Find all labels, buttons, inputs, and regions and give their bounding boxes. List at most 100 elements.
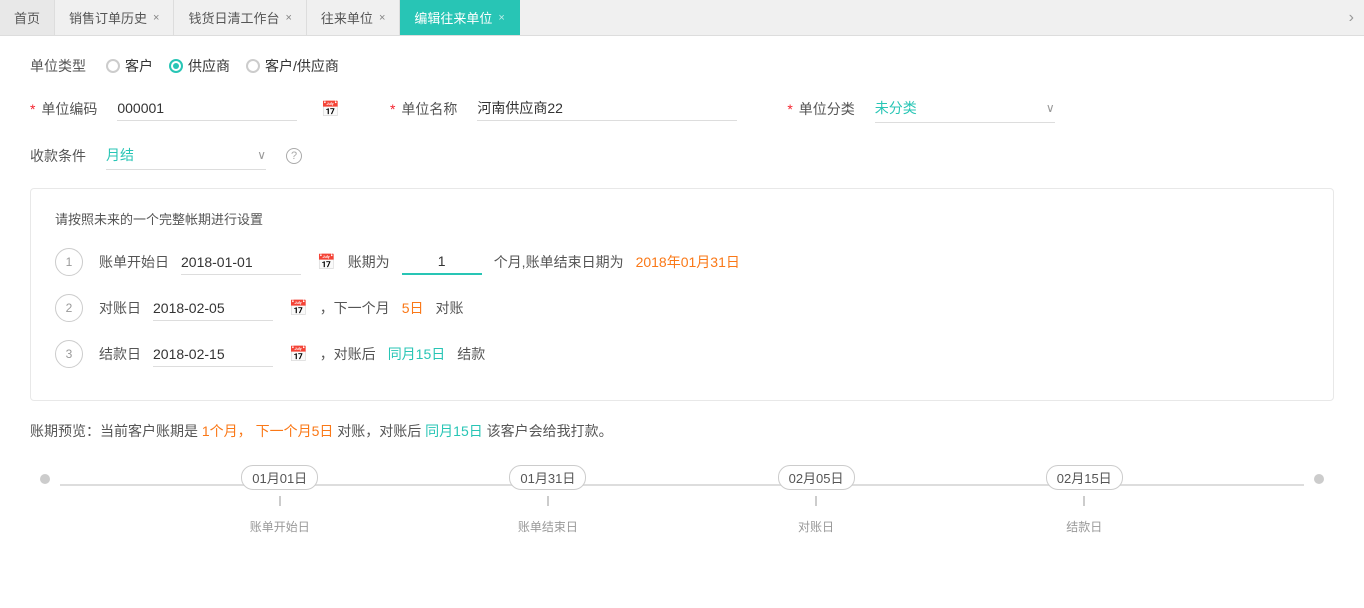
close-cash-work-icon[interactable]: × (285, 12, 291, 24)
step-3-row: 3 结款日 📅 ，对账后 同月15日 结款 (55, 340, 1309, 368)
unit-type-radio-group: 客户 供应商 客户/供应商 (106, 56, 339, 76)
step-2-date-input[interactable] (153, 296, 273, 321)
help-icon[interactable]: ? (286, 148, 302, 164)
timeline-nodes: 01月01日 账单开始日 01月31日 账单结束日 02月05日 对账日 02月… (40, 465, 1324, 535)
preview-end: 同月15日 (425, 423, 483, 439)
step-1-suffix-before: 账期为 (348, 252, 390, 272)
preview-tail: 该客户会给我打款。 (487, 423, 613, 439)
step-3-suffix-prefix: ，对账后 (320, 344, 376, 364)
step-1-label: 账单开始日 (95, 252, 169, 272)
required-star-code: * (30, 101, 35, 117)
tab-partners-label: 往来单位 (321, 8, 373, 27)
radio-customer[interactable]: 客户 (106, 56, 153, 76)
tab-sales-history[interactable]: 销售订单历史 × (55, 0, 174, 35)
step-3-date-input[interactable] (153, 342, 273, 367)
timeline: 01月01日 账单开始日 01月31日 账单结束日 02月05日 对账日 02月… (30, 465, 1334, 535)
step-2-suffix-tail: 对账 (435, 298, 463, 318)
preview-label: 账期预览：当前客户账期是 (30, 423, 198, 439)
radio-supplier[interactable]: 供应商 (169, 56, 230, 76)
step-3-highlight: 同月15日 (388, 344, 446, 364)
radio-customer-circle (106, 59, 120, 73)
radio-supplier-circle (169, 59, 183, 73)
timeline-label-3: 对账日 (798, 518, 834, 535)
timeline-connector-2 (547, 496, 549, 506)
payment-condition-chevron-icon: ∨ (257, 148, 266, 162)
payment-condition-value: 月结 (106, 145, 253, 165)
close-partners-icon[interactable]: × (379, 12, 385, 24)
timeline-node-3: 02月05日 对账日 (778, 465, 855, 535)
radio-supplier-label: 供应商 (188, 56, 230, 76)
unit-code-input[interactable] (117, 96, 297, 121)
step-3-calendar-icon[interactable]: 📅 (289, 345, 308, 363)
unit-name-label: * 单位名称 (390, 99, 457, 119)
preview-text: 账期预览：当前客户账期是 1个月， 下一个月5日 对账，对账后 同月15日 该客… (30, 421, 1334, 441)
unit-category-chevron-icon: ∨ (1046, 101, 1055, 115)
close-sales-history-icon[interactable]: × (153, 12, 159, 24)
tab-cash-work-label: 钱货日清工作台 (188, 8, 279, 27)
period-settings-section: 请按照未来的一个完整帐期进行设置 1 账单开始日 📅 账期为 个月,账单结束日期… (30, 188, 1334, 401)
tab-cash-work[interactable]: 钱货日清工作台 × (174, 0, 306, 35)
preview-mid2: 对账，对账后 (337, 423, 421, 439)
unit-code-calendar-icon[interactable]: 📅 (321, 100, 340, 118)
step-1-row: 1 账单开始日 📅 账期为 个月,账单结束日期为 2018年01月31日 (55, 248, 1309, 276)
unit-category-label: * 单位分类 (787, 99, 854, 119)
unit-code-row: * 单位编码 📅 * 单位名称 * 单位分类 未分类 ∨ (30, 94, 1334, 123)
step-3-suffix-tail: 结款 (457, 344, 485, 364)
unit-code-label: * 单位编码 (30, 99, 97, 119)
preview-mid: 下一个月5日 (256, 423, 334, 439)
step-2-highlight: 5日 (402, 298, 424, 318)
radio-customer-label: 客户 (125, 56, 153, 76)
tab-edit-partner[interactable]: 编辑往来单位 × (400, 0, 519, 35)
step-2-suffix-prefix: ，下一个月 (320, 298, 390, 318)
step-1-suffix-after: 个月,账单结束日期为 (494, 252, 624, 272)
tab-home[interactable]: 首页 (0, 0, 55, 35)
unit-category-select[interactable]: 未分类 ∨ (875, 94, 1055, 123)
tab-bar: 首页 销售订单历史 × 钱货日清工作台 × 往来单位 × 编辑往来单位 × › (0, 0, 1364, 36)
required-star-name: * (390, 101, 395, 117)
close-edit-partner-icon[interactable]: × (498, 12, 504, 24)
timeline-connector-4 (1083, 496, 1085, 506)
period-input[interactable] (402, 249, 482, 275)
timeline-chip-4: 02月15日 (1046, 465, 1123, 490)
timeline-node-1: 01月01日 账单开始日 (241, 465, 318, 535)
step-2-label: 对账日 (95, 298, 141, 318)
step-1-date-input[interactable] (181, 250, 301, 275)
radio-both[interactable]: 客户/供应商 (246, 56, 339, 76)
timeline-node-4: 02月15日 结款日 (1046, 465, 1123, 535)
tab-arrow-icon[interactable]: › (1339, 0, 1364, 35)
step-3-label: 结款日 (95, 344, 141, 364)
timeline-chip-2: 01月31日 (509, 465, 586, 490)
step-2-row: 2 对账日 📅 ，下一个月 5日 对账 (55, 294, 1309, 322)
required-star-category: * (787, 101, 792, 117)
timeline-label-2: 账单结束日 (518, 518, 578, 535)
timeline-node-2: 01月31日 账单结束日 (509, 465, 586, 535)
tab-edit-partner-label: 编辑往来单位 (414, 8, 492, 27)
step-2-num: 2 (55, 294, 83, 322)
unit-type-label: 单位类型 (30, 56, 86, 76)
timeline-end-dot (1314, 465, 1324, 518)
tab-partners[interactable]: 往来单位 × (307, 0, 400, 35)
timeline-connector-1 (279, 496, 281, 506)
payment-condition-select[interactable]: 月结 ∨ (106, 141, 266, 170)
timeline-start-dot (40, 465, 50, 518)
step-3-num: 3 (55, 340, 83, 368)
timeline-label-1: 账单开始日 (250, 518, 310, 535)
step-1-calendar-icon[interactable]: 📅 (317, 253, 336, 271)
unit-name-input[interactable] (477, 96, 737, 121)
main-content: 单位类型 客户 供应商 客户/供应商 * 单位编码 📅 * 单位名称 (0, 36, 1364, 608)
timeline-chip-1: 01月01日 (241, 465, 318, 490)
unit-type-row: 单位类型 客户 供应商 客户/供应商 (30, 56, 1334, 76)
timeline-connector-3 (815, 496, 817, 506)
section-title: 请按照未来的一个完整帐期进行设置 (55, 209, 1309, 228)
radio-both-label: 客户/供应商 (265, 56, 339, 76)
step-2-calendar-icon[interactable]: 📅 (289, 299, 308, 317)
end-dot (1314, 474, 1324, 484)
preview-period: 1个月， (202, 423, 252, 439)
step-1-num: 1 (55, 248, 83, 276)
timeline-chip-3: 02月05日 (778, 465, 855, 490)
tab-sales-history-label: 销售订单历史 (69, 8, 147, 27)
payment-condition-label: 收款条件 (30, 146, 86, 166)
step-1-end-date: 2018年01月31日 (636, 252, 740, 272)
unit-category-value: 未分类 (875, 98, 1042, 118)
timeline-label-4: 结款日 (1066, 518, 1102, 535)
